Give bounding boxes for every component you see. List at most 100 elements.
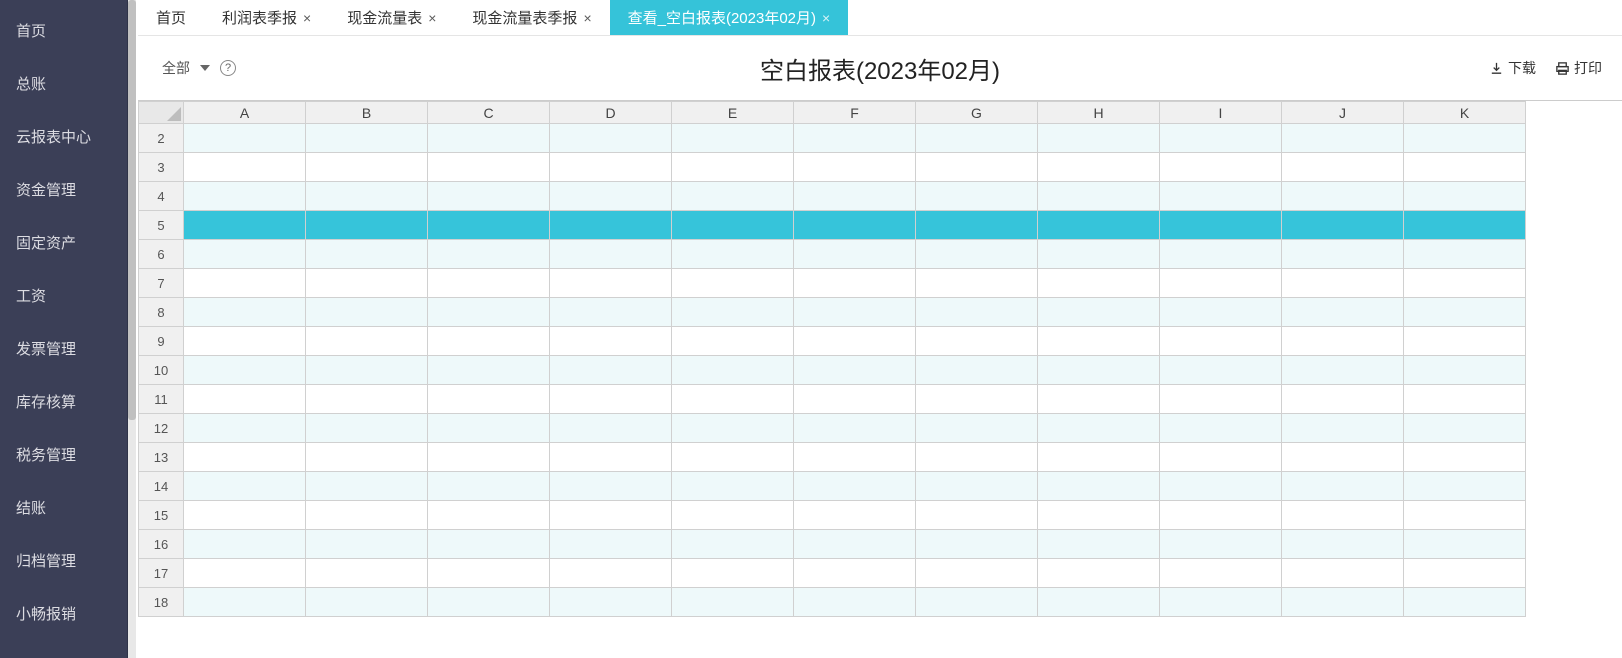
cell[interactable] (672, 153, 794, 182)
cell[interactable] (306, 153, 428, 182)
cell[interactable] (1404, 501, 1526, 530)
cell[interactable] (184, 356, 306, 385)
cell[interactable] (428, 240, 550, 269)
column-header[interactable]: F (794, 102, 916, 124)
cell[interactable] (428, 472, 550, 501)
cell[interactable] (794, 356, 916, 385)
cell[interactable] (1038, 414, 1160, 443)
cell[interactable] (550, 501, 672, 530)
cell[interactable] (1282, 414, 1404, 443)
cell[interactable] (1160, 530, 1282, 559)
row-header[interactable]: 8 (139, 298, 184, 327)
cell[interactable] (550, 559, 672, 588)
cell[interactable] (550, 385, 672, 414)
sidebar-scrollbar[interactable] (128, 0, 136, 658)
cell[interactable] (672, 588, 794, 617)
cell[interactable] (916, 559, 1038, 588)
cell[interactable] (184, 211, 306, 240)
cell[interactable] (672, 211, 794, 240)
download-button[interactable]: 下载 (1488, 58, 1536, 78)
sidebar-item-funds[interactable]: 资金管理 (0, 163, 127, 216)
cell[interactable] (794, 443, 916, 472)
sidebar-item-archive[interactable]: 归档管理 (0, 534, 127, 587)
cell[interactable] (1282, 124, 1404, 153)
cell[interactable] (794, 182, 916, 211)
cell[interactable] (1404, 211, 1526, 240)
cell[interactable] (306, 385, 428, 414)
cell[interactable] (184, 298, 306, 327)
cell[interactable] (1404, 530, 1526, 559)
cell[interactable] (1160, 211, 1282, 240)
row-header[interactable]: 3 (139, 153, 184, 182)
cell[interactable] (306, 501, 428, 530)
cell[interactable] (428, 124, 550, 153)
cell[interactable] (1282, 530, 1404, 559)
cell[interactable] (916, 327, 1038, 356)
column-header[interactable]: C (428, 102, 550, 124)
cell[interactable] (672, 269, 794, 298)
cell[interactable] (672, 327, 794, 356)
column-header[interactable]: J (1282, 102, 1404, 124)
cell[interactable] (550, 327, 672, 356)
cell[interactable] (306, 356, 428, 385)
print-button[interactable]: 打印 (1554, 58, 1602, 78)
cell[interactable] (794, 530, 916, 559)
row-header[interactable]: 17 (139, 559, 184, 588)
cell[interactable] (1038, 240, 1160, 269)
cell[interactable] (794, 240, 916, 269)
cell[interactable] (184, 443, 306, 472)
cell[interactable] (1282, 356, 1404, 385)
cell[interactable] (550, 124, 672, 153)
cell[interactable] (550, 588, 672, 617)
cell[interactable] (1404, 124, 1526, 153)
cell[interactable] (1404, 385, 1526, 414)
cell[interactable] (550, 269, 672, 298)
cell[interactable] (1404, 414, 1526, 443)
cell[interactable] (916, 530, 1038, 559)
cell[interactable] (1038, 356, 1160, 385)
cell[interactable] (1038, 211, 1160, 240)
cell[interactable] (1404, 153, 1526, 182)
sheet-corner[interactable] (139, 102, 184, 124)
cell[interactable] (428, 414, 550, 443)
cell[interactable] (794, 211, 916, 240)
cell[interactable] (916, 385, 1038, 414)
cell[interactable] (672, 472, 794, 501)
cell[interactable] (672, 414, 794, 443)
cell[interactable] (794, 298, 916, 327)
cell[interactable] (1160, 472, 1282, 501)
cell[interactable] (184, 124, 306, 153)
cell[interactable] (672, 501, 794, 530)
cell[interactable] (1404, 240, 1526, 269)
close-icon[interactable]: × (428, 11, 436, 25)
cell[interactable] (672, 182, 794, 211)
row-header[interactable]: 4 (139, 182, 184, 211)
cell[interactable] (184, 240, 306, 269)
cell[interactable] (428, 443, 550, 472)
cell[interactable] (1282, 298, 1404, 327)
cell[interactable] (1404, 269, 1526, 298)
cell[interactable] (306, 269, 428, 298)
cell[interactable] (1404, 298, 1526, 327)
cell[interactable] (550, 356, 672, 385)
cell[interactable] (672, 124, 794, 153)
row-header[interactable]: 5 (139, 211, 184, 240)
cell[interactable] (184, 327, 306, 356)
cell[interactable] (794, 588, 916, 617)
row-header[interactable]: 7 (139, 269, 184, 298)
close-icon[interactable]: × (822, 11, 830, 25)
cell[interactable] (428, 269, 550, 298)
cell[interactable] (794, 559, 916, 588)
cell[interactable] (306, 327, 428, 356)
cell[interactable] (1282, 211, 1404, 240)
cell[interactable] (916, 472, 1038, 501)
sidebar-item-invoice[interactable]: 发票管理 (0, 322, 127, 375)
cell[interactable] (672, 559, 794, 588)
cell[interactable] (916, 269, 1038, 298)
sidebar-item-cloud-reports[interactable]: 云报表中心 (0, 110, 127, 163)
cell[interactable] (1160, 385, 1282, 414)
cell[interactable] (1160, 588, 1282, 617)
cell[interactable] (794, 153, 916, 182)
cell[interactable] (1404, 182, 1526, 211)
cell[interactable] (428, 211, 550, 240)
